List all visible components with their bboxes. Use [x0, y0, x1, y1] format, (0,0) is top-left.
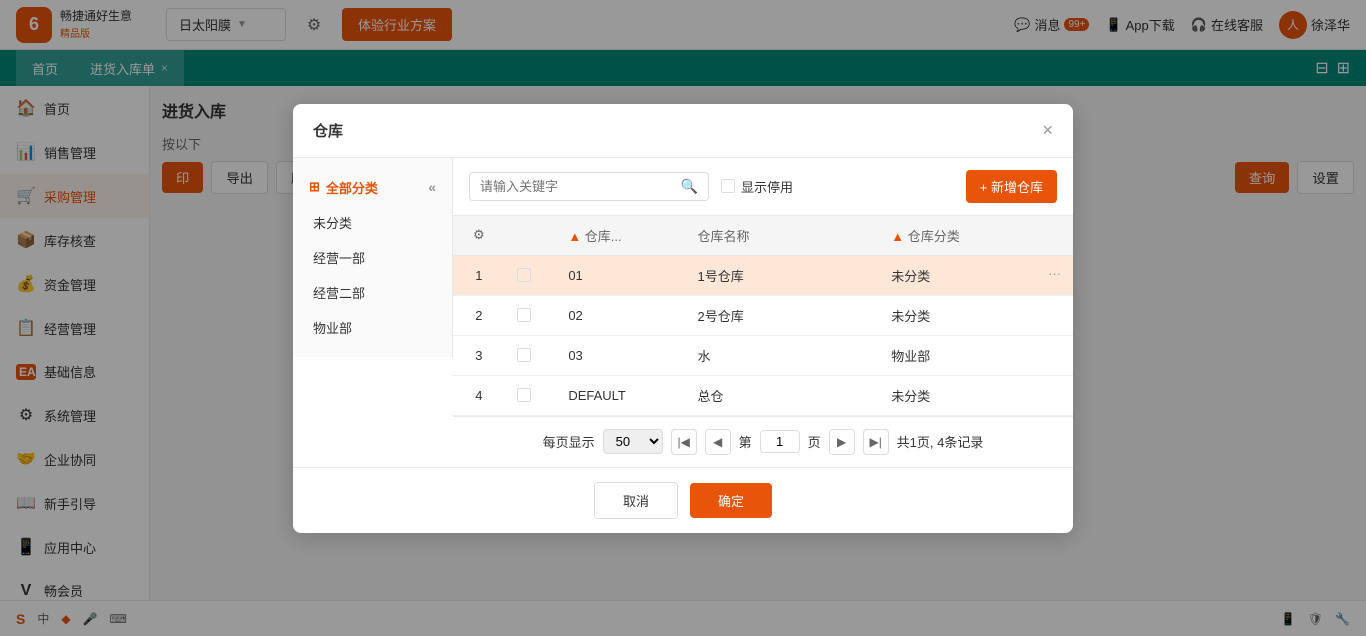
all-categories-header[interactable]: ⊞ 全部分类 «	[293, 170, 452, 205]
search-box: 🔍	[469, 172, 709, 201]
row-settings: 3	[453, 335, 505, 375]
modal-overlay[interactable]: 仓库 × ⊞ 全部分类 « 未分类 经营一部 经营二部 物业部	[0, 0, 1366, 636]
modal-sidebar: ⊞ 全部分类 « 未分类 经营一部 经营二部 物业部	[293, 158, 453, 357]
prev-page-button[interactable]: ◀	[705, 429, 731, 455]
row-select-checkbox[interactable]	[517, 348, 531, 362]
pagination: 每页显示 50 20 100 |◀ ◀ 第 页 ▶ ▶| 共1页, 4条记录	[453, 416, 1073, 467]
search-input[interactable]	[480, 179, 681, 194]
row-more-icon[interactable]: ···	[1048, 266, 1061, 281]
row-checkbox[interactable]	[505, 335, 557, 375]
row-checkbox[interactable]	[505, 375, 557, 415]
add-warehouse-button[interactable]: + 新增仓库	[966, 170, 1057, 203]
table-header-row: ⚙ ▲ 仓库... 仓库名称 ▲ 仓库分类	[453, 216, 1073, 256]
page-label: 第	[739, 432, 752, 451]
row-name: 总仓	[685, 375, 879, 415]
cancel-button[interactable]: 取消	[594, 482, 678, 519]
col-settings: ⚙	[453, 216, 505, 256]
row-checkbox[interactable]	[505, 255, 557, 295]
page-unit: 页	[808, 432, 821, 451]
col-warehouse-id[interactable]: ▲ 仓库...	[556, 216, 685, 256]
last-page-button[interactable]: ▶|	[863, 429, 889, 455]
modal-main: 🔍 显示停用 + 新增仓库 ⚙	[453, 158, 1073, 467]
row-id: 01	[556, 255, 685, 295]
sort-icon: ▲	[568, 229, 581, 244]
col-warehouse-category[interactable]: ▲ 仓库分类	[879, 216, 1073, 256]
table-row[interactable]: 2 02 2号仓库 未分类	[453, 295, 1073, 335]
row-settings: 4	[453, 375, 505, 415]
show-disabled-checkbox[interactable]	[721, 179, 735, 193]
row-checkbox[interactable]	[505, 295, 557, 335]
grid-icon: ⊞	[309, 179, 320, 195]
row-select-checkbox[interactable]	[517, 268, 531, 282]
warehouse-table: ⚙ ▲ 仓库... 仓库名称 ▲ 仓库分类	[453, 216, 1073, 416]
modal-header: 仓库 ×	[293, 104, 1073, 158]
category-operation1[interactable]: 经营一部	[293, 240, 452, 275]
modal-footer: 取消 确定	[293, 467, 1073, 533]
first-page-button[interactable]: |◀	[671, 429, 697, 455]
total-info: 共1页, 4条记录	[897, 432, 984, 451]
row-select-checkbox[interactable]	[517, 388, 531, 402]
category-unclassified[interactable]: 未分类	[293, 205, 452, 240]
confirm-button[interactable]: 确定	[690, 483, 772, 518]
row-settings: 2	[453, 295, 505, 335]
category-property[interactable]: 物业部	[293, 310, 452, 345]
modal-title: 仓库	[313, 120, 343, 141]
row-category: 未分类	[879, 375, 1073, 415]
page-number-input[interactable]	[760, 430, 800, 453]
modal-close-button[interactable]: ×	[1042, 120, 1053, 141]
warehouse-modal: 仓库 × ⊞ 全部分类 « 未分类 经营一部 经营二部 物业部	[293, 104, 1073, 533]
show-disabled-label: 显示停用	[741, 177, 793, 196]
row-name: 2号仓库	[685, 295, 879, 335]
row-select-checkbox[interactable]	[517, 308, 531, 322]
row-id: 02	[556, 295, 685, 335]
row-category: 未分类 ···	[879, 255, 1073, 295]
table-row[interactable]: 3 03 水 物业部	[453, 335, 1073, 375]
search-icon: 🔍	[681, 178, 698, 195]
sort-icon-cat: ▲	[891, 229, 904, 244]
modal-body: ⊞ 全部分类 « 未分类 经营一部 经营二部 物业部 🔍	[293, 158, 1073, 467]
modal-sidebar-wrapper: ⊞ 全部分类 « 未分类 经营一部 经营二部 物业部	[293, 158, 453, 467]
page-size-select[interactable]: 50 20 100	[603, 429, 663, 454]
row-name: 水	[685, 335, 879, 375]
table-row[interactable]: 1 01 1号仓库 未分类 ···	[453, 255, 1073, 295]
collapse-sidebar-button[interactable]: «	[428, 179, 436, 195]
show-disabled-toggle[interactable]: 显示停用	[721, 177, 793, 196]
next-page-button[interactable]: ▶	[829, 429, 855, 455]
modal-toolbar: 🔍 显示停用 + 新增仓库	[453, 158, 1073, 216]
row-id: DEFAULT	[556, 375, 685, 415]
row-id: 03	[556, 335, 685, 375]
row-category: 物业部	[879, 335, 1073, 375]
table-row[interactable]: 4 DEFAULT 总仓 未分类	[453, 375, 1073, 415]
row-name: 1号仓库	[685, 255, 879, 295]
row-category: 未分类	[879, 295, 1073, 335]
col-checkbox	[505, 216, 557, 256]
col-warehouse-name: 仓库名称	[685, 216, 879, 256]
row-settings: 1	[453, 255, 505, 295]
all-categories-label: 全部分类	[326, 178, 378, 197]
category-operation2[interactable]: 经营二部	[293, 275, 452, 310]
page-size-label: 每页显示	[543, 432, 595, 451]
